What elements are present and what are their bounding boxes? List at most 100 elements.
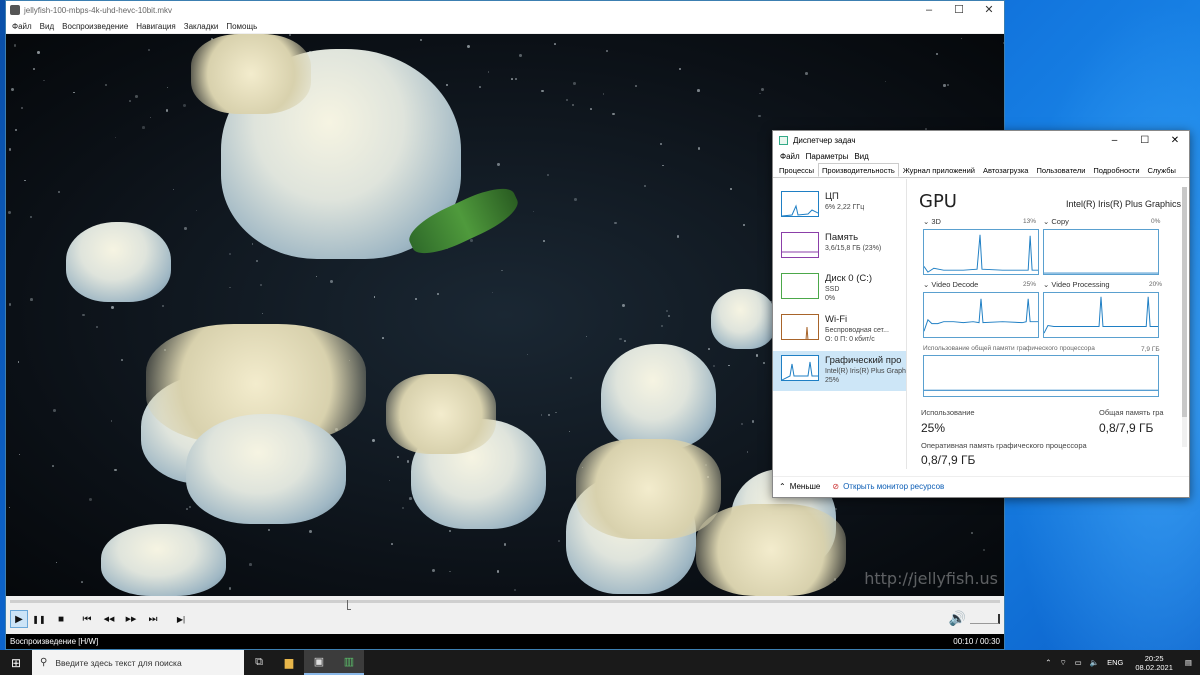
resource-cpu[interactable]: ЦП 6% 2,22 ГГц bbox=[773, 187, 906, 227]
search-icon: ⚲ bbox=[40, 657, 48, 668]
tab-app-history[interactable]: Журнал приложений bbox=[899, 163, 979, 177]
resource-memory[interactable]: Память 3,6/15,8 ГБ (23%) bbox=[773, 228, 906, 268]
tm-menu-view[interactable]: Вид bbox=[851, 152, 871, 161]
particle bbox=[167, 87, 169, 89]
engine-decode-label[interactable]: ⌄ Video Decode bbox=[923, 280, 978, 289]
shared-total-label: Общая память гра bbox=[1099, 408, 1164, 417]
jellyfish-image bbox=[101, 524, 226, 596]
particle bbox=[708, 348, 710, 350]
tab-performance[interactable]: Производительность bbox=[818, 163, 899, 177]
particle bbox=[541, 89, 544, 93]
battery-icon[interactable]: ▭ bbox=[1071, 658, 1086, 667]
player-menubar: Файл Вид Воспроизведение Навигация Закла… bbox=[6, 19, 1004, 33]
particle bbox=[497, 163, 500, 166]
minimize-button[interactable]: – bbox=[1101, 135, 1129, 146]
volume-icon[interactable]: 🔊 bbox=[949, 610, 966, 627]
tab-details[interactable]: Подробности bbox=[1089, 163, 1143, 177]
taskmgr-scrollbar[interactable] bbox=[1182, 187, 1187, 447]
search-box[interactable]: ⚲ Введите здесь текст для поиска bbox=[32, 650, 244, 675]
particle bbox=[30, 215, 33, 218]
jellyfish-image bbox=[66, 222, 171, 302]
particle bbox=[391, 543, 394, 545]
close-button[interactable]: ✕ bbox=[974, 1, 1004, 19]
menu-help[interactable]: Помощь bbox=[222, 22, 261, 31]
maximize-button[interactable]: ☐ bbox=[1131, 135, 1159, 146]
particle bbox=[20, 107, 23, 110]
seek-handle[interactable] bbox=[346, 600, 351, 610]
tab-users[interactable]: Пользователи bbox=[1032, 163, 1089, 177]
particle bbox=[635, 85, 637, 88]
resource-disk[interactable]: Диск 0 (C:) SSD 0% bbox=[773, 269, 906, 309]
fewer-details-icon[interactable]: ⌃ bbox=[779, 482, 786, 491]
menu-playback[interactable]: Воспроизведение bbox=[58, 22, 132, 31]
volume-tray-icon[interactable]: 🔈 bbox=[1086, 658, 1103, 667]
particle bbox=[162, 305, 165, 308]
player-title: jellyfish-100-mbps-4k-uhd-hevc-10bit.mkv bbox=[24, 5, 173, 15]
frame-step-button[interactable]: ▶| bbox=[172, 610, 190, 628]
next-button[interactable]: ⏭ bbox=[144, 610, 162, 628]
taskmgr-app-icon bbox=[779, 135, 788, 145]
particle bbox=[105, 83, 108, 86]
menu-file[interactable]: Файл bbox=[8, 22, 36, 31]
notifications-icon[interactable]: ▤ bbox=[1181, 658, 1200, 667]
menu-navigation[interactable]: Навигация bbox=[132, 22, 180, 31]
engine-copy-label[interactable]: ⌄ Copy bbox=[1043, 217, 1069, 226]
resource-name: Диск 0 (C:) bbox=[825, 273, 873, 284]
stop-button[interactable]: ■ bbox=[52, 610, 70, 628]
gpu-memory-label: Оперативная память графического процессо… bbox=[921, 441, 1087, 450]
resource-monitor-link[interactable]: Открыть монитор ресурсов bbox=[843, 482, 944, 491]
scrollbar-thumb[interactable] bbox=[1182, 187, 1187, 417]
resource-detail: О: 0 П: 0 кбит/с bbox=[825, 335, 875, 343]
minimize-button[interactable]: – bbox=[914, 1, 944, 19]
particle bbox=[308, 530, 312, 534]
particle bbox=[619, 337, 622, 341]
particle bbox=[115, 136, 117, 138]
clock[interactable]: 20:25 08.02.2021 bbox=[1127, 654, 1181, 672]
pause-button[interactable]: ❚❚ bbox=[30, 610, 48, 628]
media-player-taskbar-icon[interactable]: ▣ bbox=[304, 650, 334, 675]
particle bbox=[947, 84, 950, 87]
task-manager-window[interactable]: Диспетчер задач – ☐ ✕ Файл Параметры Вид… bbox=[772, 130, 1190, 498]
tray-overflow-icon[interactable]: ⌃ bbox=[1041, 658, 1055, 667]
seek-bar[interactable] bbox=[10, 600, 1000, 610]
particle bbox=[613, 221, 617, 225]
maximize-button[interactable]: ☐ bbox=[944, 1, 974, 19]
language-indicator[interactable]: ENG bbox=[1103, 658, 1127, 667]
play-button[interactable]: ▶ bbox=[10, 610, 28, 628]
resource-wifi[interactable]: Wi-Fi Беспроводная сет... О: 0 П: 0 кбит… bbox=[773, 310, 906, 350]
particle bbox=[372, 439, 376, 443]
network-icon[interactable]: ⌔ bbox=[1056, 658, 1071, 668]
volume-slider[interactable] bbox=[970, 614, 1000, 624]
windows-start-icon[interactable]: ⊞ bbox=[0, 650, 32, 675]
resource-detail: 6% 2,22 ГГц bbox=[825, 204, 865, 211]
close-button[interactable]: ✕ bbox=[1161, 135, 1189, 146]
memory-thumbnail-graph bbox=[781, 232, 819, 258]
tab-services[interactable]: Службы bbox=[1144, 163, 1180, 177]
task-view-icon[interactable]: ⧉ bbox=[244, 650, 274, 675]
particle bbox=[262, 313, 264, 315]
fast-forward-button[interactable]: ▶▶ bbox=[122, 610, 140, 628]
engine-processing-label[interactable]: ⌄ Video Processing bbox=[1043, 280, 1110, 289]
menu-view[interactable]: Вид bbox=[36, 22, 58, 31]
task-manager-taskbar-icon[interactable]: ▥ bbox=[334, 650, 364, 675]
particle bbox=[479, 86, 481, 88]
fewer-details-link[interactable]: Меньше bbox=[790, 482, 821, 491]
resource-gpu[interactable]: Графический про Intel(R) Iris(R) Plus Gr… bbox=[773, 351, 906, 391]
particle bbox=[114, 468, 117, 472]
tm-menu-options[interactable]: Параметры bbox=[803, 152, 852, 161]
file-explorer-icon[interactable]: ▆ bbox=[274, 650, 304, 675]
particle bbox=[408, 496, 412, 500]
particle bbox=[268, 528, 271, 531]
rewind-button[interactable]: ◀◀ bbox=[100, 610, 118, 628]
particle bbox=[496, 570, 500, 573]
tm-menu-file[interactable]: Файл bbox=[777, 152, 803, 161]
particle bbox=[382, 337, 385, 340]
tab-processes[interactable]: Процессы bbox=[775, 163, 818, 177]
tab-startup[interactable]: Автозагрузка bbox=[979, 163, 1033, 177]
engine-3d-label[interactable]: ⌄ 3D bbox=[923, 217, 941, 226]
menu-bookmarks[interactable]: Закладки bbox=[180, 22, 223, 31]
particle bbox=[519, 53, 523, 57]
previous-button[interactable]: ⏮ bbox=[78, 610, 96, 628]
player-titlebar[interactable]: jellyfish-100-mbps-4k-uhd-hevc-10bit.mkv… bbox=[6, 1, 1004, 19]
taskmgr-titlebar[interactable]: Диспетчер задач – ☐ ✕ bbox=[773, 131, 1189, 149]
